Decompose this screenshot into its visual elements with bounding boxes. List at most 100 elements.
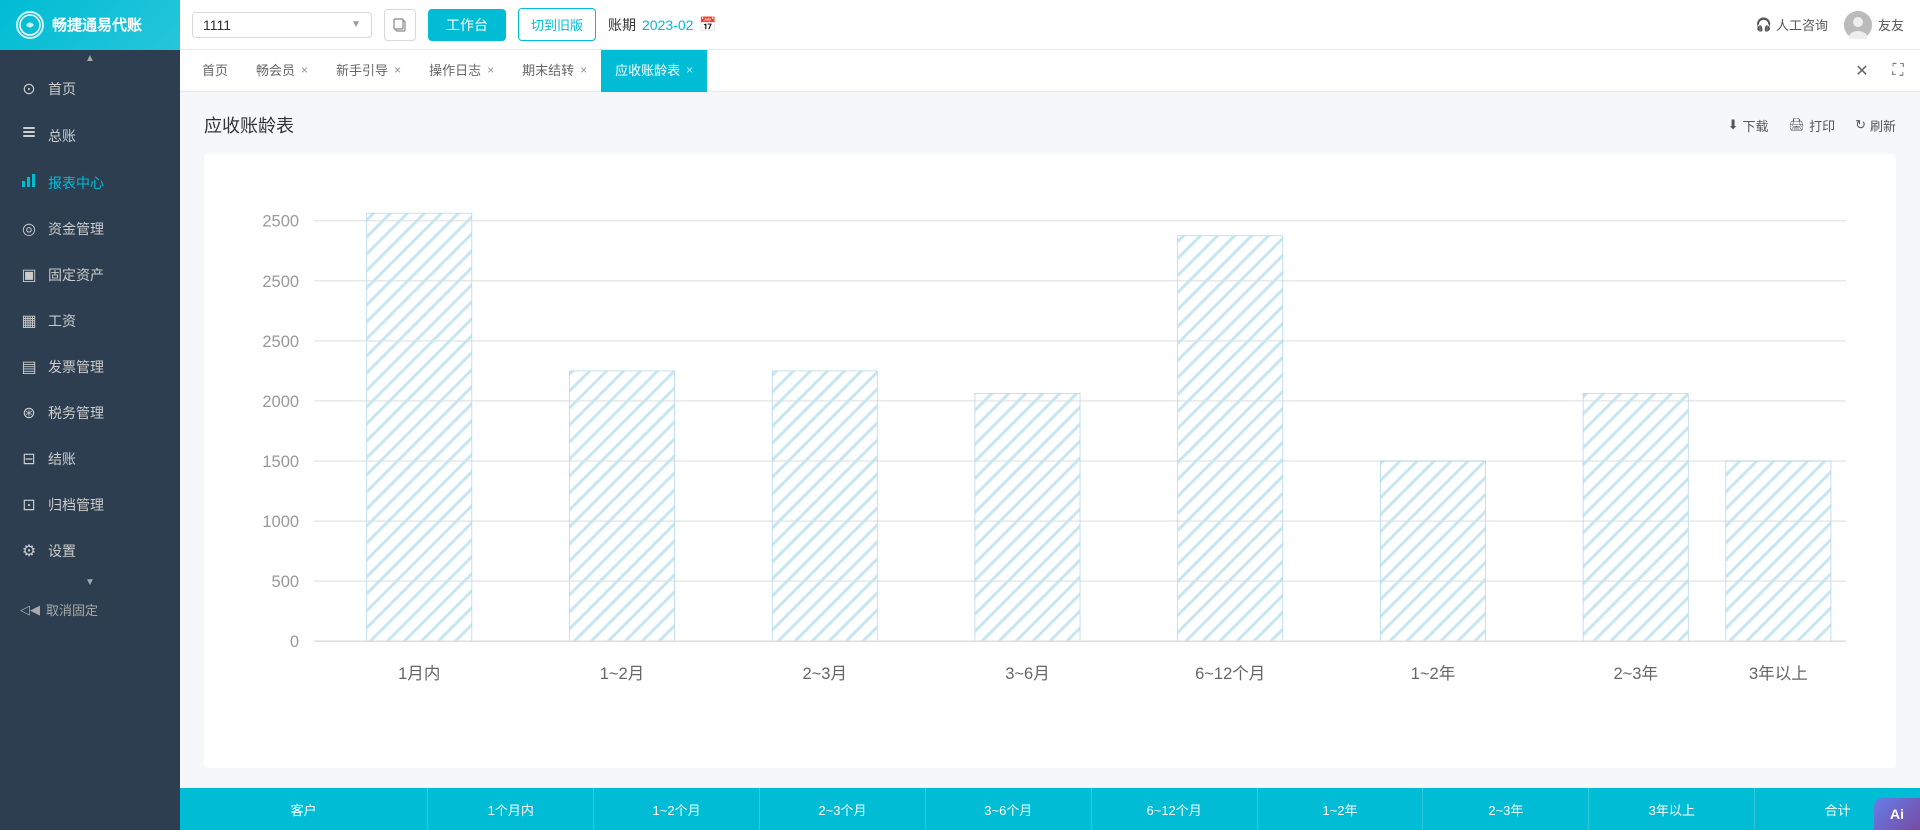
tab-period-end[interactable]: 期末结转 × xyxy=(508,50,601,92)
sidebar-label-archive: 归档管理 xyxy=(48,495,104,515)
sidebar-item-ledger[interactable]: 总账 xyxy=(0,112,180,159)
print-icon: 🖨 xyxy=(1789,117,1806,133)
tab-oplog-close[interactable]: × xyxy=(487,63,494,77)
tab-member[interactable]: 畅会员 × xyxy=(242,50,322,92)
svg-text:3~6月: 3~6月 xyxy=(1005,664,1050,683)
col-customer: 客户 xyxy=(180,788,428,830)
sidebar-label-invoice: 发票管理 xyxy=(48,357,104,377)
sidebar-label-fund: 资金管理 xyxy=(48,219,104,239)
workbench-button[interactable]: 工作台 xyxy=(428,9,506,41)
svg-text:3年以上: 3年以上 xyxy=(1749,664,1808,683)
sidebar-item-settings[interactable]: ⚙ 设置 xyxy=(0,528,180,574)
company-selector[interactable]: 1111 ▼ xyxy=(192,12,372,38)
tab-guide-close[interactable]: × xyxy=(394,63,401,77)
bar-chart: 2500 2500 2500 2000 1500 1000 500 0 xyxy=(224,174,1876,748)
user-info[interactable]: 友友 xyxy=(1844,11,1904,39)
settings-icon: ⚙ xyxy=(20,541,38,561)
col-3year-plus: 3年以上 xyxy=(1589,788,1755,830)
tab-member-close[interactable]: × xyxy=(301,63,308,77)
download-icon: ⬇ xyxy=(1728,117,1739,133)
header-right: 🎧 人工咨询 友友 xyxy=(1756,11,1904,39)
download-label: 下载 xyxy=(1743,116,1769,135)
sidebar-label-report: 报表中心 xyxy=(48,173,104,193)
tab-aging-label: 应收账龄表 xyxy=(615,60,680,79)
assets-icon: ▣ xyxy=(20,265,38,285)
logo-title: 畅捷通易代账 xyxy=(52,14,142,35)
print-button[interactable]: 🖨 打印 xyxy=(1789,116,1836,135)
logo-area: 畅捷通易代账 xyxy=(0,0,180,50)
close-window-icon[interactable]: ✕ xyxy=(1848,57,1876,85)
col-2-3month: 2~3个月 xyxy=(760,788,926,830)
chart-container: 2500 2500 2500 2000 1500 1000 500 0 xyxy=(204,154,1896,768)
period-label: 账期 xyxy=(608,15,636,35)
switch-old-button[interactable]: 切到旧版 xyxy=(518,8,596,41)
top-header: 畅捷通易代账 1111 ▼ 工作台 切到旧版 账期 2023-02 📅 🎧 人工… xyxy=(0,0,1920,50)
pin-icon: ◁◀ xyxy=(20,602,40,618)
archive-icon: ⊡ xyxy=(20,495,38,515)
tab-aging[interactable]: 应收账龄表 × xyxy=(601,50,707,92)
tab-bar: 首页 畅会员 × 新手引导 × 操作日志 × 期末结转 × 应收账龄表 × xyxy=(180,50,1920,92)
ledger-icon xyxy=(20,125,38,146)
logo-icon xyxy=(16,11,44,39)
tab-home[interactable]: 首页 xyxy=(188,50,242,92)
svg-text:2500: 2500 xyxy=(262,212,299,231)
sidebar-item-fund[interactable]: ◎ 资金管理 xyxy=(0,206,180,252)
report-icon xyxy=(20,172,38,193)
main-layout: ▲ ⊙ 首页 总账 报表中心 ◎ 资金管理 ▣ 固定资产 ▦ 工资 xyxy=(0,50,1920,830)
svg-text:1~2年: 1~2年 xyxy=(1411,664,1456,683)
period-value: 2023-02 xyxy=(642,17,693,33)
svg-text:1000: 1000 xyxy=(262,512,299,531)
sidebar-item-home[interactable]: ⊙ 首页 xyxy=(0,66,180,112)
col-2-3year: 2~3年 xyxy=(1423,788,1589,830)
tab-oplog[interactable]: 操作日志 × xyxy=(415,50,508,92)
sidebar-label-tax: 税务管理 xyxy=(48,403,104,423)
expand-icon[interactable]: ⛶ xyxy=(1884,57,1912,85)
sidebar-item-checkout[interactable]: ⊟ 结账 xyxy=(0,436,180,482)
cancel-fixed-button[interactable]: ◁◀ 取消固定 xyxy=(0,590,180,629)
tab-guide[interactable]: 新手引导 × xyxy=(322,50,415,92)
svg-text:2500: 2500 xyxy=(262,332,299,351)
tab-oplog-label: 操作日志 xyxy=(429,60,481,79)
copy-button[interactable] xyxy=(384,9,416,41)
salary-icon: ▦ xyxy=(20,311,38,331)
home-icon: ⊙ xyxy=(20,79,38,99)
page-title: 应收账龄表 xyxy=(204,112,294,138)
refresh-button[interactable]: ↻ 刷新 xyxy=(1855,116,1896,135)
col-1-2year: 1~2年 xyxy=(1258,788,1424,830)
refresh-icon: ↻ xyxy=(1855,117,1866,133)
download-button[interactable]: ⬇ 下载 xyxy=(1728,116,1769,135)
checkout-icon: ⊟ xyxy=(20,449,38,469)
sidebar-item-salary[interactable]: ▦ 工资 xyxy=(0,298,180,344)
tab-aging-close[interactable]: × xyxy=(686,63,693,77)
headset-icon: 🎧 xyxy=(1756,17,1772,33)
svg-text:6~12个月: 6~12个月 xyxy=(1195,664,1265,683)
sidebar-label-checkout: 结账 xyxy=(48,449,76,469)
sidebar-item-archive[interactable]: ⊡ 归档管理 xyxy=(0,482,180,528)
tab-guide-label: 新手引导 xyxy=(336,60,388,79)
ai-badge[interactable]: Ai xyxy=(1874,798,1920,830)
tab-member-label: 畅会员 xyxy=(256,60,295,79)
svg-text:2~3月: 2~3月 xyxy=(802,664,847,683)
consult-label: 人工咨询 xyxy=(1776,15,1828,34)
calendar-icon[interactable]: 📅 xyxy=(699,16,716,33)
svg-text:2~3年: 2~3年 xyxy=(1613,664,1658,683)
sidebar-item-invoice[interactable]: ▤ 发票管理 xyxy=(0,344,180,390)
svg-text:2000: 2000 xyxy=(262,392,299,411)
sidebar-item-tax[interactable]: ⊛ 税务管理 xyxy=(0,390,180,436)
sidebar-item-report[interactable]: 报表中心 xyxy=(0,159,180,206)
invoice-icon: ▤ xyxy=(20,357,38,377)
svg-text:1月内: 1月内 xyxy=(398,664,440,683)
tax-icon: ⊛ xyxy=(20,403,38,423)
svg-text:500: 500 xyxy=(272,572,300,591)
svg-text:2500: 2500 xyxy=(262,272,299,291)
title-actions: ⬇ 下载 🖨 打印 ↻ 刷新 xyxy=(1728,116,1896,135)
col-1month: 1个月内 xyxy=(428,788,594,830)
tab-period-end-close[interactable]: × xyxy=(580,63,587,77)
consult-button[interactable]: 🎧 人工咨询 xyxy=(1756,15,1828,34)
sidebar-scroll-up[interactable]: ▲ xyxy=(0,50,180,66)
svg-text:1500: 1500 xyxy=(262,452,299,471)
sidebar-item-assets[interactable]: ▣ 固定资产 xyxy=(0,252,180,298)
sidebar-scroll-down[interactable]: ▼ xyxy=(0,574,180,590)
table-header-bar: 客户 1个月内 1~2个月 2~3个月 3~6个月 6~12个月 1~2年 2~… xyxy=(180,788,1920,830)
print-label: 打印 xyxy=(1809,116,1835,135)
